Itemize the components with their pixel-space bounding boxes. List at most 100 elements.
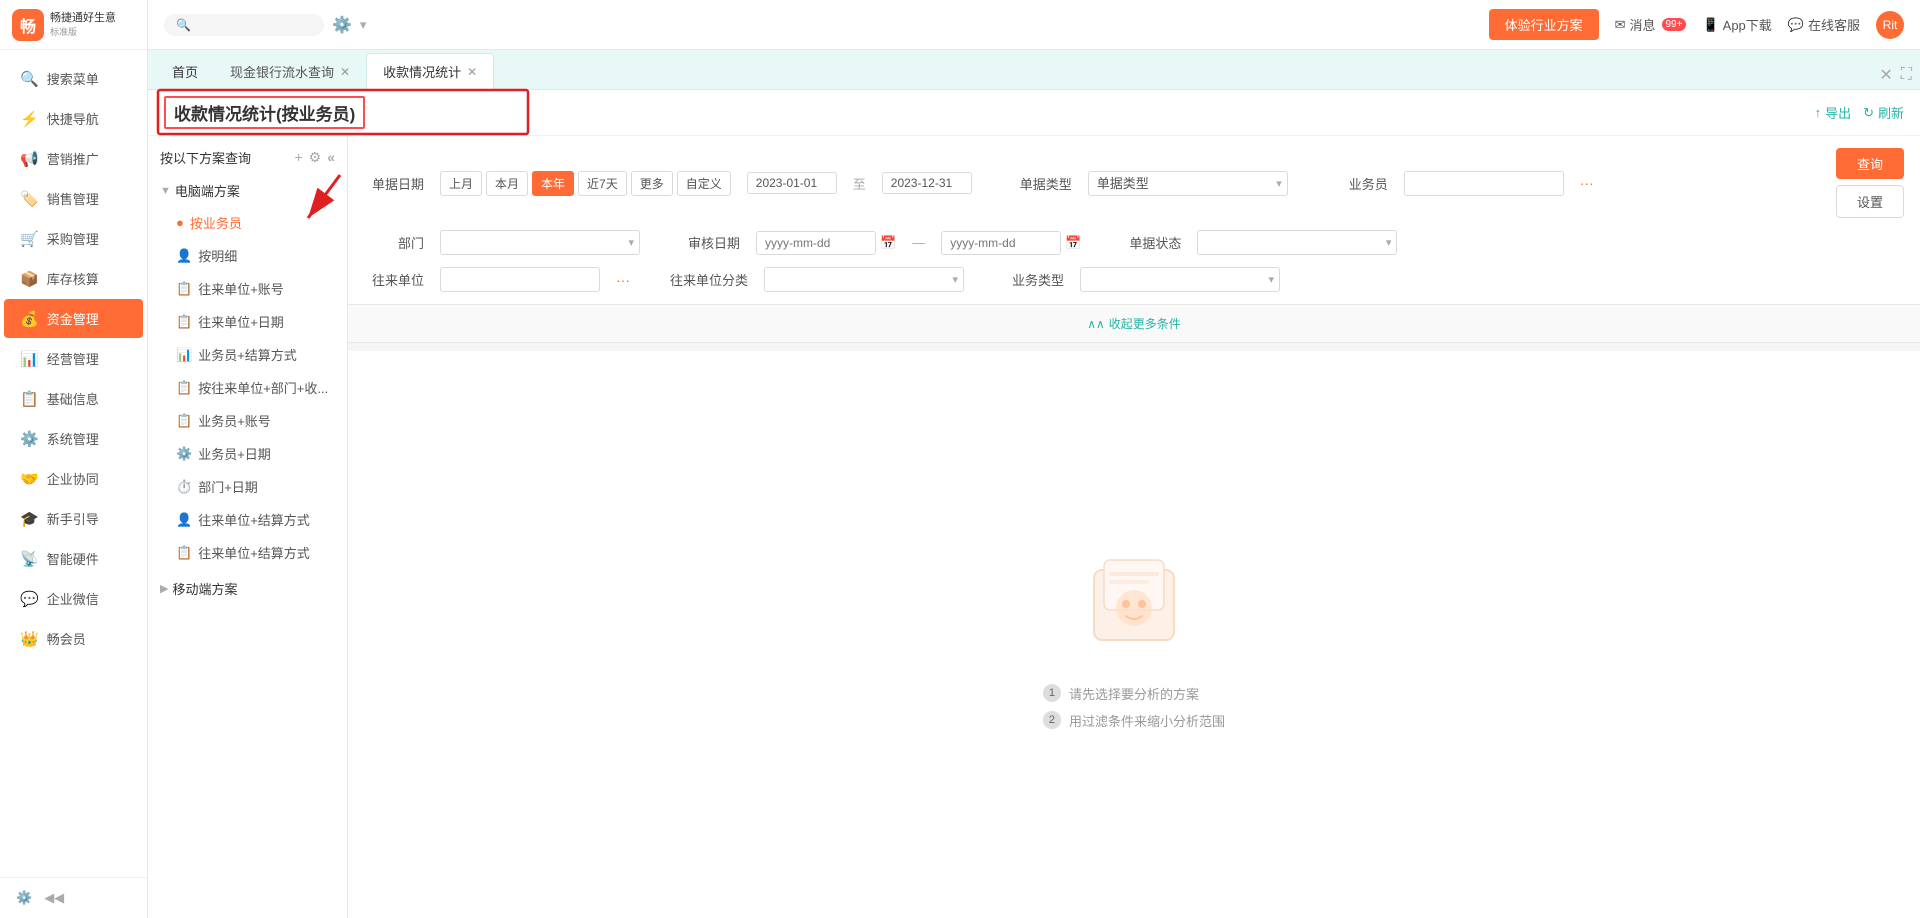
salesman-more-dots[interactable]: ··· [1580,175,1594,191]
scheme-salesman-date[interactable]: ⚙️ 业务员+日期 [148,437,347,470]
date-btn-custom[interactable]: 自定义 [677,171,731,196]
sales-icon: 🏷️ [20,190,39,208]
scheme-partner-settle2[interactable]: 📋 往来单位+结算方式 [148,536,347,569]
logo-icon: 畅 [12,9,44,41]
collapse-sidebar-icon[interactable]: ◀◀ [44,890,64,906]
date-btn-7days[interactable]: 近7天 [578,171,627,196]
refresh-button[interactable]: ↻ 刷新 [1863,103,1904,122]
settings-button[interactable]: 设置 [1836,185,1904,218]
mobile-group-arrow: ▶ [160,582,168,595]
header-gear-icon[interactable]: ⚙️ [332,15,352,35]
review-date-to-picker: 📅 [941,231,1081,255]
scheme-dept-date[interactable]: ⏱️ 部门+日期 [148,470,347,503]
sidebar-item-marketing[interactable]: 📢 营销推广 [4,139,143,178]
sidebar-item-basic[interactable]: 📋 基础信息 [4,379,143,418]
date-to-input[interactable] [882,172,972,194]
query-button[interactable]: 查询 [1836,148,1904,179]
sidebar-item-hardware[interactable]: 📡 智能硬件 [4,539,143,578]
partner-account-icon: 📋 [176,281,192,297]
tab-receipts-close[interactable]: ✕ [467,65,477,79]
desktop-group-header[interactable]: ▼ 电脑端方案 [148,175,347,206]
scheme-partner-settle1[interactable]: 👤 往来单位+结算方式 [148,503,347,536]
scheme-partner-date[interactable]: 📋 往来单位+日期 [148,305,347,338]
dept-select[interactable] [440,230,640,255]
date-btn-lastmonth[interactable]: 上月 [440,171,482,196]
online-service-item[interactable]: 💬 在线客服 [1788,15,1860,34]
close-all-icon[interactable]: ✕ [1879,65,1892,85]
date-btn-thisyear[interactable]: 本年 [532,171,574,196]
expand-icon[interactable]: ⛶ [1901,66,1912,84]
user-name: Rit [1883,18,1898,32]
sidebar-item-wechat[interactable]: 💬 企业微信 [4,579,143,618]
collapse-bar[interactable]: ∧∧ 收起更多条件 [348,305,1920,343]
tab-home[interactable]: 首页 [156,54,214,89]
mobile-group-header[interactable]: ▶ 移动端方案 [148,573,347,604]
date-from-input[interactable] [747,172,837,194]
header-dropdown-icon[interactable]: ▾ [360,17,367,33]
review-date-to-cal-icon[interactable]: 📅 [1065,235,1081,251]
review-date-from-picker: 📅 [756,231,896,255]
partner-input[interactable] [440,267,600,292]
review-date-from-input[interactable] [756,231,876,255]
guide-icon: 🎓 [20,510,39,528]
enterprise-icon: 🤝 [20,470,39,488]
sidebar-item-system[interactable]: ⚙️ 系统管理 [4,419,143,458]
scheme-panel: 按以下方案查询 + ⚙ « ▼ 电脑端方案 ● 按业务员 👤 [148,136,348,918]
scheme-by-detail[interactable]: 👤 按明细 [148,239,347,272]
sidebar: 畅 畅捷通好生意 标准版 🔍 搜索菜单 ⚡ 快捷导航 📢 营销推广 🏷️ 销售管… [0,0,148,918]
scheme-by-salesman[interactable]: ● 按业务员 [148,206,347,239]
tip-text-2: 用过滤条件来缩小分析范围 [1069,711,1225,730]
page-header: 收款情况统计(按业务员) ↑ 导出 ↻ 刷新 [148,90,1920,136]
add-scheme-icon[interactable]: + [294,149,302,166]
online-service-icon: 💬 [1788,17,1804,33]
sidebar-logo: 畅 畅捷通好生意 标准版 [0,0,147,50]
wechat-icon: 💬 [20,590,39,608]
sidebar-item-sales[interactable]: 🏷️ 销售管理 [4,179,143,218]
tab-bar-actions: ✕ ⛶ [1879,65,1912,89]
logo-badge: 标准版 [50,25,116,38]
trial-button[interactable]: 体验行业方案 [1489,9,1599,40]
tab-receipts-label: 收款情况统计 [383,62,461,81]
sidebar-item-quicknav[interactable]: ⚡ 快捷导航 [4,99,143,138]
tab-bank[interactable]: 现金银行流水查询 ✕ [214,54,366,89]
message-item[interactable]: ✉ 消息 99+ [1615,15,1687,34]
inventory-icon: 📦 [20,270,39,288]
date-btn-more[interactable]: 更多 [631,171,673,196]
doc-status-select-wrapper [1197,230,1397,255]
partner-more-dots[interactable]: ··· [616,272,630,288]
scheme-partner-dept[interactable]: 📋 按往来单位+部门+收... [148,371,347,404]
export-button[interactable]: ↑ 导出 [1815,103,1852,122]
sidebar-item-finance[interactable]: 💰 资金管理 [4,299,143,338]
header-search[interactable]: 🔍 [164,14,324,36]
partner-type-select-wrapper [764,267,964,292]
settings-footer-icon[interactable]: ⚙️ [16,890,32,906]
salesman-scheme-icon: ● [176,215,184,230]
scheme-settings-icon[interactable]: ⚙ [309,149,322,166]
doc-status-select[interactable] [1197,230,1397,255]
sidebar-item-member[interactable]: 👑 畅会员 [4,619,143,658]
scheme-partner-account[interactable]: 📋 往来单位+账号 [148,272,347,305]
scheme-salesman-settle[interactable]: 📊 业务员+结算方式 [148,338,347,371]
tab-bank-close[interactable]: ✕ [340,65,350,79]
doc-type-select[interactable]: 单据类型 [1088,171,1288,196]
sidebar-item-inventory[interactable]: 📦 库存核算 [4,259,143,298]
mobile-scheme-group: ▶ 移动端方案 [148,573,347,604]
user-avatar[interactable]: Rit [1876,11,1904,39]
sidebar-item-operations[interactable]: 📊 经营管理 [4,339,143,378]
date-btn-thismonth[interactable]: 本月 [486,171,528,196]
sidebar-item-guide[interactable]: 🎓 新手引导 [4,499,143,538]
sidebar-item-purchase[interactable]: 🛒 采购管理 [4,219,143,258]
tab-receipts[interactable]: 收款情况统计 ✕ [366,53,494,89]
sidebar-item-enterprise[interactable]: 🤝 企业协同 [4,459,143,498]
review-date-from-cal-icon[interactable]: 📅 [880,235,896,251]
scheme-salesman-account[interactable]: 📋 业务员+账号 [148,404,347,437]
review-date-to-input[interactable] [941,231,1061,255]
collapse-label: 收起更多条件 [1109,315,1181,332]
salesman-input[interactable] [1404,171,1564,196]
partner-type-label: 往来单位分类 [670,270,748,289]
collapse-panel-icon[interactable]: « [327,149,335,166]
sidebar-item-search[interactable]: 🔍 搜索菜单 [4,59,143,98]
partner-type-select[interactable] [764,267,964,292]
app-download-item[interactable]: 📱 App下载 [1702,15,1771,34]
biz-type-select[interactable] [1080,267,1280,292]
